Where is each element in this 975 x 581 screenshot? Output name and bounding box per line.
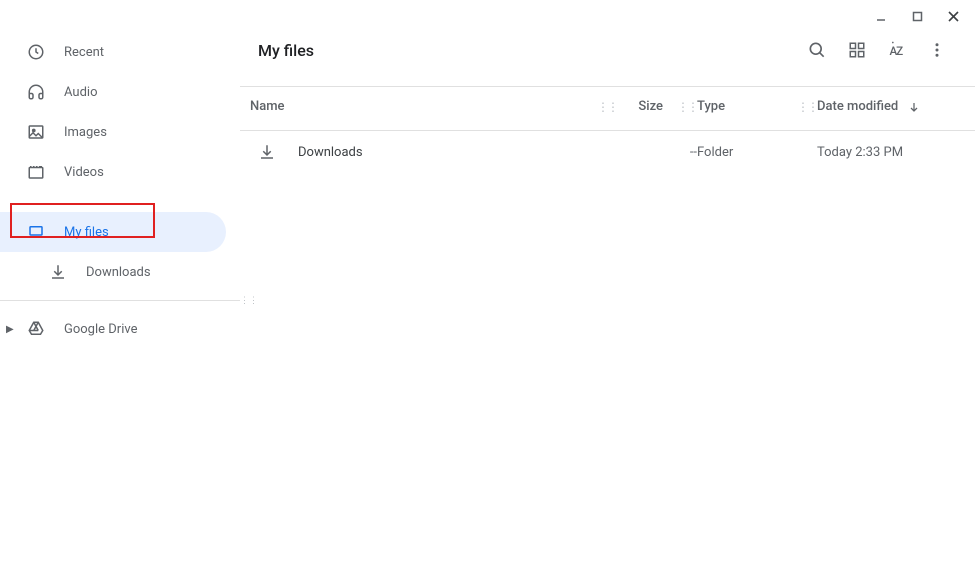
sidebar: Recent Audio Images Videos [0,20,240,581]
sidebar-item-recent[interactable]: Recent [0,32,240,72]
sidebar-item-label: Audio [64,85,97,100]
maximize-button[interactable] [905,4,929,28]
drive-icon [26,319,46,339]
sidebar-item-label: Images [64,125,107,140]
table-header: Name ⋮⋮ Size ⋮⋮ Type ⋮⋮ Date modified [240,87,975,131]
search-button[interactable] [797,30,837,70]
sidebar-item-audio[interactable]: Audio [0,72,240,112]
table-row[interactable]: Downloads -- Folder Today 2:33 PM [240,131,975,173]
page-title: My files [258,41,314,60]
sidebar-item-google-drive[interactable]: ▶ Google Drive [0,309,240,349]
column-name[interactable]: Name [250,99,285,114]
row-date: Today 2:33 PM [817,145,957,160]
main-panel: My files AZ Name ⋮⋮ Size [240,20,975,581]
clock-icon [26,42,46,62]
column-resize-handle[interactable]: ⋮⋮ [677,101,697,113]
sidebar-item-label: Downloads [86,265,151,280]
sidebar-item-label: My files [64,225,109,240]
grid-view-button[interactable] [837,30,877,70]
image-icon [26,122,46,142]
sort-descending-icon [908,101,920,113]
download-icon [48,262,68,282]
column-size[interactable]: Size [638,99,663,114]
headphones-icon [26,82,46,102]
sidebar-item-my-files[interactable]: My files [0,212,226,252]
laptop-icon [26,222,46,242]
video-icon [26,162,46,182]
sidebar-divider [0,300,240,301]
sidebar-item-label: Google Drive [64,322,137,337]
row-size: -- [617,145,697,160]
sidebar-item-downloads[interactable]: Downloads [0,252,240,292]
row-name: Downloads [298,145,363,160]
sidebar-item-label: Recent [64,45,104,60]
sidebar-item-label: Videos [64,165,104,180]
sidebar-resize-handle[interactable]: ⋮⋮ [240,296,258,306]
svg-text:Z: Z [896,44,903,58]
more-options-button[interactable] [917,30,957,70]
column-type[interactable]: Type [697,99,725,114]
sidebar-item-videos[interactable]: Videos [0,152,240,192]
row-type: Folder [697,145,817,160]
sort-button[interactable]: AZ [877,30,917,70]
sidebar-item-images[interactable]: Images [0,112,240,152]
column-resize-handle[interactable]: ⋮⋮ [797,101,817,113]
download-icon [258,143,276,161]
minimize-button[interactable] [869,4,893,28]
column-resize-handle[interactable]: ⋮⋮ [597,101,617,113]
close-button[interactable] [941,4,965,28]
column-date[interactable]: Date modified [817,99,898,114]
chevron-right-icon[interactable]: ▶ [6,324,14,335]
